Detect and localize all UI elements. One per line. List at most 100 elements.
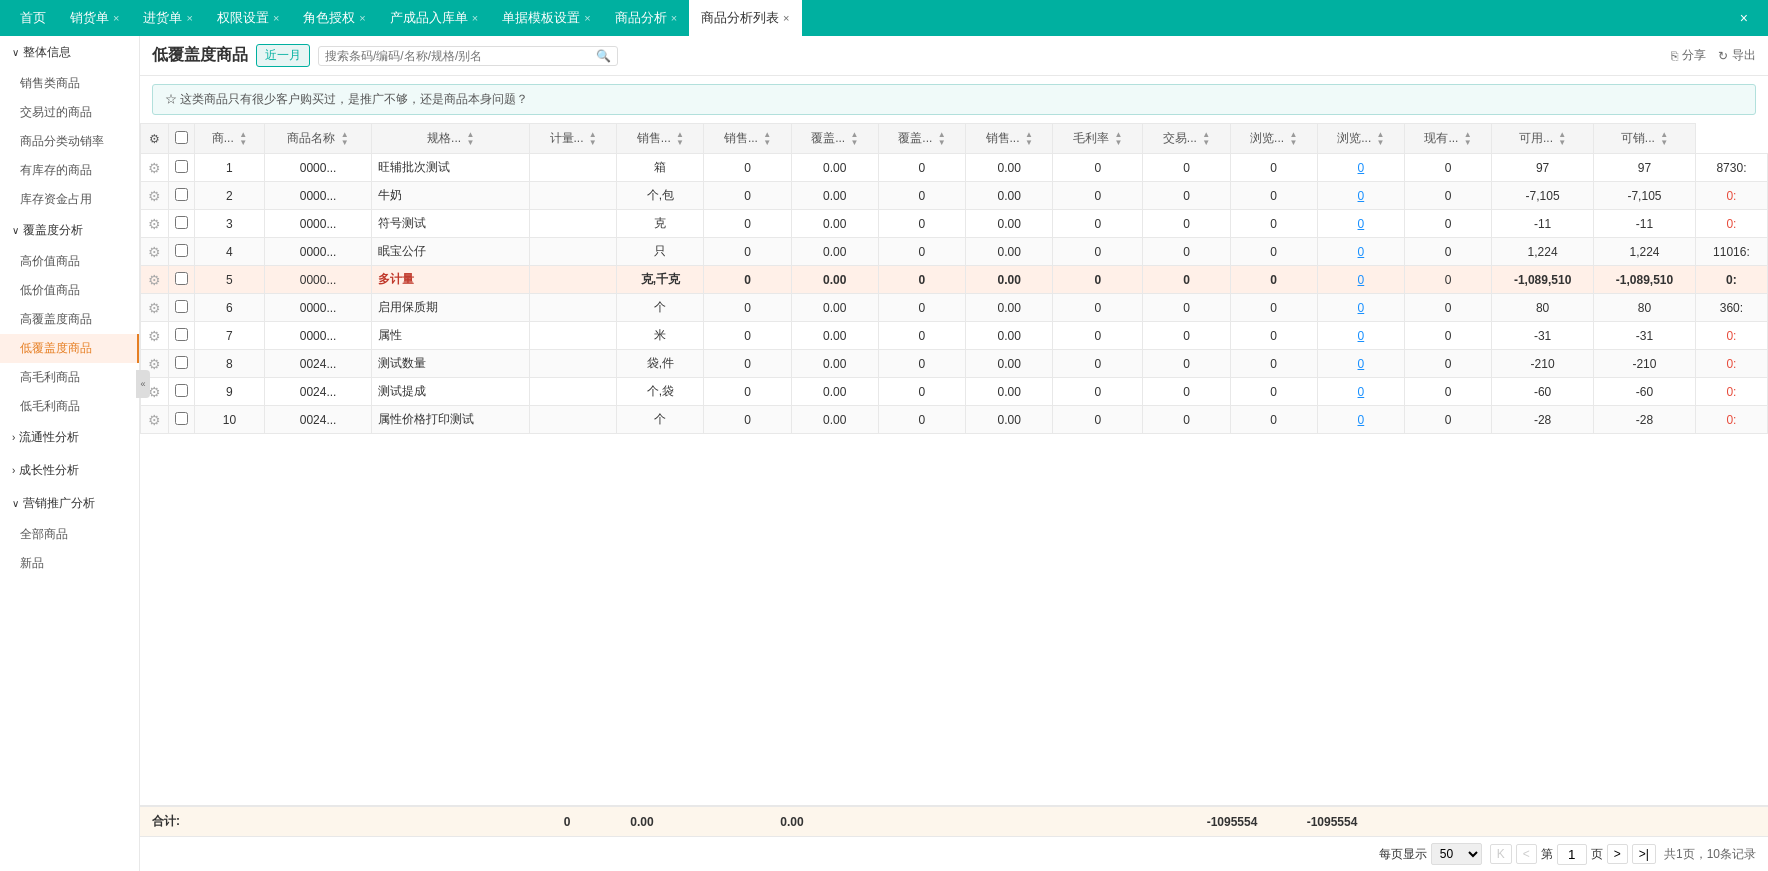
close-template-icon[interactable]: × [584,12,590,24]
column-checkbox[interactable] [169,124,195,154]
column-browse2[interactable]: 浏览... ▲▼ [1317,124,1404,154]
close-purchase-order-icon[interactable]: × [186,12,192,24]
row-browse1[interactable]: 0 [1317,294,1404,322]
row-select-checkbox[interactable] [175,328,188,341]
row-name[interactable]: 启用保质期 [372,294,530,322]
sidebar-section-flow[interactable]: › 流通性分析 [0,421,139,454]
close-product-analysis-list-icon[interactable]: × [783,12,789,24]
sidebar-item-traded-products[interactable]: 交易过的商品 [0,98,139,127]
sidebar-item-low-value[interactable]: 低价值商品 [0,276,139,305]
row-select-checkbox[interactable] [175,356,188,369]
nav-permissions[interactable]: 权限设置 × [205,0,291,36]
sidebar-section-growth[interactable]: › 成长性分析 [0,454,139,487]
row-checkbox[interactable] [169,378,195,406]
row-select-checkbox[interactable] [175,160,188,173]
select-all-checkbox[interactable] [175,131,188,144]
row-settings[interactable]: ⚙ [141,406,169,434]
row-browse1[interactable]: 0 [1317,322,1404,350]
close-role-auth-icon[interactable]: × [359,12,365,24]
row-settings[interactable]: ⚙ [141,322,169,350]
sidebar-item-capital-occupation[interactable]: 库存资金占用 [0,185,139,214]
row-browse1[interactable]: 0 [1317,154,1404,182]
sidebar-item-new-products[interactable]: 新品 [0,549,139,578]
row-checkbox[interactable] [169,266,195,294]
row-browse1[interactable]: 0 [1317,378,1404,406]
row-select-checkbox[interactable] [175,272,188,285]
sidebar-section-coverage[interactable]: ∨ 覆盖度分析 [0,214,139,247]
sidebar-item-high-margin[interactable]: 高毛利商品 [0,363,139,392]
nav-role-auth[interactable]: 角色授权 × [291,0,377,36]
column-spec[interactable]: 规格... ▲▼ [372,124,530,154]
close-product-analysis-icon[interactable]: × [671,12,677,24]
row-settings[interactable]: ⚙ [141,210,169,238]
sidebar-item-all-products[interactable]: 全部商品 [0,520,139,549]
row-checkbox[interactable] [169,406,195,434]
share-button[interactable]: ⎘ 分享 [1671,47,1706,64]
sidebar-section-marketing[interactable]: ∨ 营销推广分析 [0,487,139,520]
search-icon[interactable]: 🔍 [596,49,611,63]
column-unit[interactable]: 计量... ▲▼ [530,124,617,154]
close-sales-order-icon[interactable]: × [113,12,119,24]
sidebar-item-category-turnover[interactable]: 商品分类动销率 [0,127,139,156]
column-browse1[interactable]: 浏览... ▲▼ [1230,124,1317,154]
row-name[interactable]: 属性 [372,322,530,350]
per-page-select[interactable]: 20 50 100 [1431,843,1482,865]
row-name[interactable]: 旺辅批次测试 [372,154,530,182]
row-browse1[interactable]: 0 [1317,266,1404,294]
nav-home[interactable]: 首页 [8,0,58,36]
row-name[interactable]: 测试提成 [372,378,530,406]
first-page-button[interactable]: K [1490,844,1512,864]
export-button[interactable]: ↻ 导出 [1718,47,1756,64]
row-browse1[interactable]: 0 [1317,238,1404,266]
sidebar-item-high-coverage[interactable]: 高覆盖度商品 [0,305,139,334]
row-browse1[interactable]: 0 [1317,210,1404,238]
close-finished-goods-icon[interactable]: × [472,12,478,24]
nav-finished-goods[interactable]: 产成品入库单 × [378,0,490,36]
nav-purchase-order[interactable]: 进货单 × [131,0,204,36]
row-name[interactable]: 属性价格打印测试 [372,406,530,434]
column-available-stock[interactable]: 可用... ▲▼ [1492,124,1594,154]
sidebar-section-overall[interactable]: ∨ 整体信息 [0,36,139,69]
row-browse1[interactable]: 0 [1317,350,1404,378]
nav-template-settings[interactable]: 单据模板设置 × [490,0,602,36]
sidebar-item-low-coverage[interactable]: 低覆盖度商品 [0,334,139,363]
row-name[interactable]: 眠宝公仔 [372,238,530,266]
row-browse1[interactable]: 0 [1317,182,1404,210]
row-name[interactable]: 牛奶 [372,182,530,210]
date-filter-button[interactable]: 近一月 [256,44,310,67]
column-sellable[interactable]: 可销... ▲▼ [1594,124,1696,154]
row-settings[interactable]: ⚙ [141,266,169,294]
row-settings[interactable]: ⚙ [141,154,169,182]
row-select-checkbox[interactable] [175,188,188,201]
nav-product-analysis-list[interactable]: 商品分析列表 × [689,0,801,36]
column-coverage1[interactable]: 覆盖... ▲▼ [791,124,878,154]
row-select-checkbox[interactable] [175,300,188,313]
row-name[interactable]: 符号测试 [372,210,530,238]
column-current-stock[interactable]: 现有... ▲▼ [1404,124,1491,154]
sidebar-item-high-value[interactable]: 高价值商品 [0,247,139,276]
search-input[interactable] [325,49,596,63]
row-checkbox[interactable] [169,350,195,378]
window-close-button[interactable]: × [1728,10,1760,26]
next-page-button[interactable]: > [1607,844,1628,864]
close-permissions-icon[interactable]: × [273,12,279,24]
column-sales-amount[interactable]: 销售... ▲▼ [704,124,791,154]
column-sales3[interactable]: 销售... ▲▼ [966,124,1053,154]
nav-product-analysis[interactable]: 商品分析 × [603,0,689,36]
row-checkbox[interactable] [169,210,195,238]
column-sales-qty[interactable]: 销售... ▲▼ [617,124,704,154]
row-select-checkbox[interactable] [175,216,188,229]
column-name[interactable]: 商品名称 ▲▼ [264,124,371,154]
column-transaction[interactable]: 交易... ▲▼ [1143,124,1230,154]
row-name[interactable]: 多计量 [372,266,530,294]
row-select-checkbox[interactable] [175,384,188,397]
sidebar-item-low-margin[interactable]: 低毛利商品 [0,392,139,421]
page-number-input[interactable] [1557,844,1587,865]
prev-page-button[interactable]: < [1516,844,1537,864]
row-checkbox[interactable] [169,182,195,210]
row-checkbox[interactable] [169,294,195,322]
column-coverage2[interactable]: 覆盖... ▲▼ [878,124,965,154]
row-checkbox[interactable] [169,154,195,182]
row-settings[interactable]: ⚙ [141,238,169,266]
column-code[interactable]: 商... ▲▼ [195,124,265,154]
